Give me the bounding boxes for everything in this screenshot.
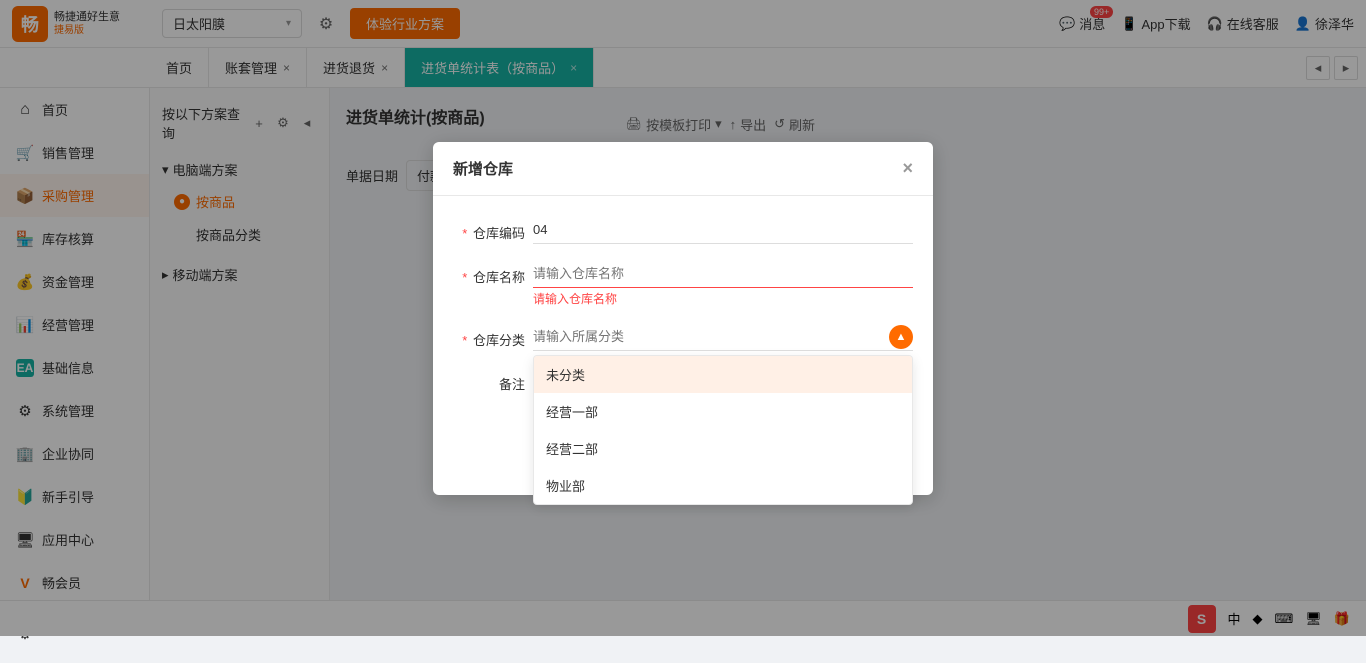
form-label-code: * 仓库编码 [453,216,533,242]
name-error-area: 请输入仓库名称 [453,288,913,307]
dropdown-option-property[interactable]: 物业部 [534,467,912,504]
dropdown-option-uncategorized[interactable]: 未分类 [534,356,912,393]
form-row-name: * 仓库名称 请输入仓库名称 [453,260,913,307]
add-warehouse-modal: 新增仓库 × * 仓库编码 * 仓库名称 [433,142,933,495]
modal-overlay: 新增仓库 × * 仓库编码 * 仓库名称 [0,0,1366,636]
modal-body: * 仓库编码 * 仓库名称 请输入仓库名称 [433,196,933,431]
category-dropdown: 未分类 经营一部 经营二部 物业部 [533,355,913,505]
warehouse-name-input[interactable] [533,260,913,288]
name-error-message: 请输入仓库名称 [533,290,913,307]
category-select-wrap: ▲ 未分类 经营一部 经营二部 物业部 [533,323,913,351]
form-row-category: * 仓库分类 ▲ 未分类 经营一部 经营二部 物业部 [453,323,913,351]
dropdown-option-dept1[interactable]: 经营一部 [534,393,912,430]
category-arrow-button[interactable]: ▲ [889,325,913,349]
modal-header: 新增仓库 × [433,142,933,196]
modal-title: 新增仓库 [453,158,513,179]
form-row-code: * 仓库编码 [453,216,913,244]
category-input[interactable] [533,323,913,351]
form-label-remark: 备注 [453,367,533,393]
form-label-name: * 仓库名称 [453,260,533,286]
form-label-category: * 仓库分类 [453,323,533,349]
warehouse-code-input[interactable] [533,216,913,244]
dropdown-option-dept2[interactable]: 经营二部 [534,430,912,467]
modal-close-button[interactable]: × [902,158,913,179]
